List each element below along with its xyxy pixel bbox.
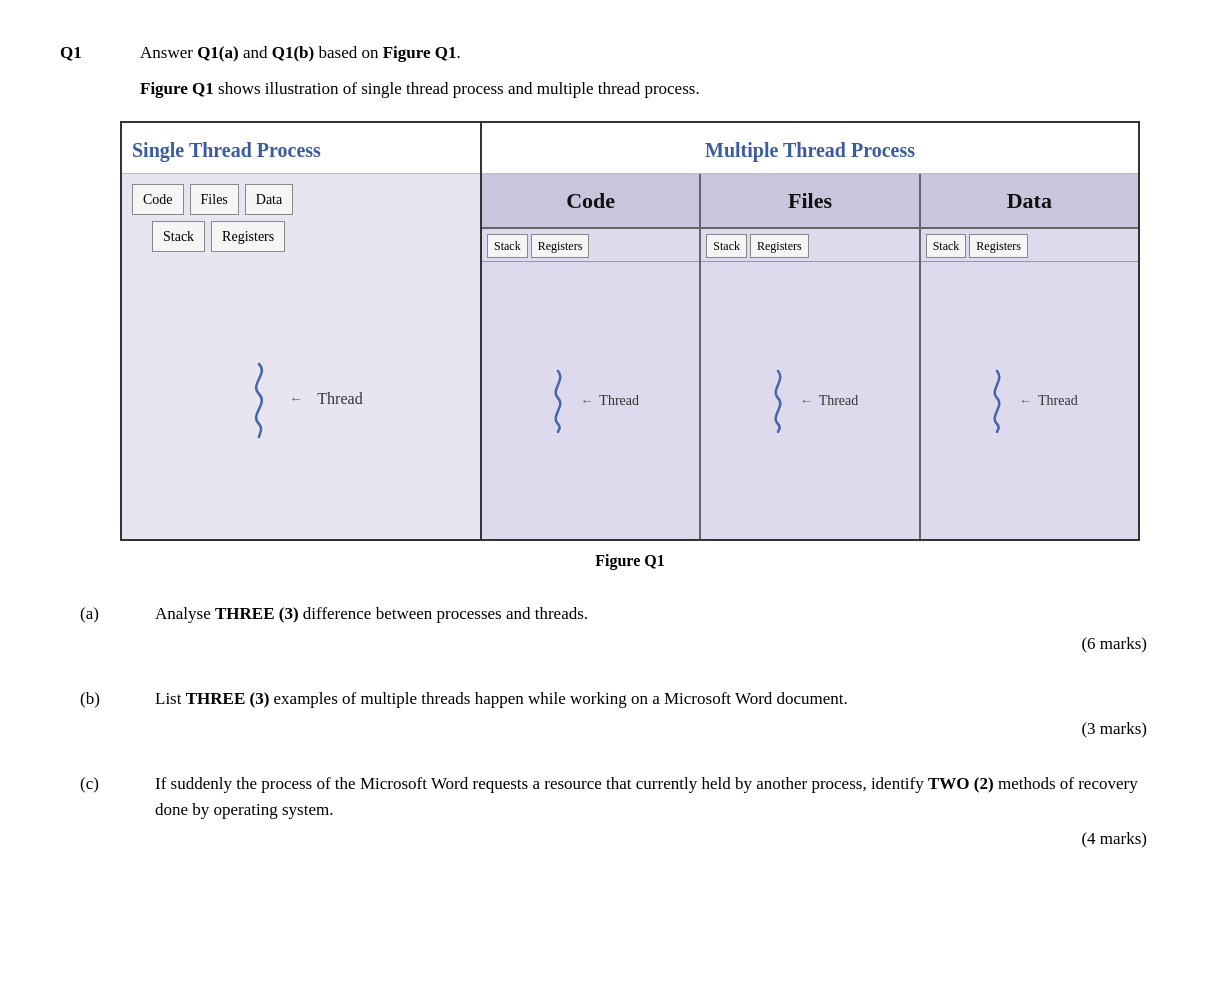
sub-a-marks: (6 marks) <box>155 631 1147 657</box>
sub-b-text: List THREE (3) examples of multiple thre… <box>155 686 1147 712</box>
sub-question-c: (c) If suddenly the process of the Micro… <box>80 771 1147 852</box>
single-thread-area: ← Thread <box>132 268 470 529</box>
single-thread-body: Code Files Data Stack Registers <box>122 174 480 539</box>
shared-files: Files <box>701 174 920 227</box>
single-thread-symbol: ← Thread <box>239 359 362 439</box>
single-code-box: Code <box>132 184 184 215</box>
figure-intro: Figure Q1 shows illustration of single t… <box>140 76 1147 102</box>
single-thread-label: Thread <box>317 387 362 411</box>
thread1-stacks: Stack Registers <box>482 229 699 262</box>
single-data-box: Data <box>245 184 293 215</box>
single-thread-panel: Single Thread Process Code Files Data St… <box>122 123 482 539</box>
sub-content-c: If suddenly the process of the Microsoft… <box>155 771 1147 852</box>
single-registers-box: Registers <box>211 221 285 252</box>
sub-c-marks: (4 marks) <box>155 826 1147 852</box>
sub-content-b: List THREE (3) examples of multiple thre… <box>155 686 1147 741</box>
thread1-registers: Registers <box>531 234 590 258</box>
question-instruction: Answer Q1(a) and Q1(b) based on Figure Q… <box>140 40 461 66</box>
thread3-stacks: Stack Registers <box>921 229 1138 262</box>
sub-letter-c: (c) <box>80 771 135 852</box>
sub-b-marks: (3 marks) <box>155 716 1147 742</box>
thread2-svg <box>762 368 794 433</box>
single-boxes-row1: Code Files Data <box>132 184 470 215</box>
thread1-svg <box>542 368 574 433</box>
thread3-registers: Registers <box>969 234 1028 258</box>
thread2-body: ← Thread <box>701 262 918 539</box>
thread-unit-1: Stack Registers ← Thread <box>482 229 701 539</box>
sub-letter-b: (b) <box>80 686 135 741</box>
thread-unit-2: Stack Registers ← Thread <box>701 229 920 539</box>
question-header: Q1 Answer Q1(a) and Q1(b) based on Figur… <box>60 40 1147 66</box>
thread1-label: Thread <box>599 390 639 411</box>
figure-caption: Figure Q1 <box>120 549 1140 573</box>
thread-unit-3: Stack Registers ← Thread <box>921 229 1138 539</box>
sub-question-a: (a) Analyse THREE (3) difference between… <box>80 601 1147 656</box>
thread3-body: ← Thread <box>921 262 1138 539</box>
thread3-svg <box>981 368 1013 433</box>
single-thread-svg <box>239 359 279 439</box>
sub-question-b: (b) List THREE (3) examples of multiple … <box>80 686 1147 741</box>
sub-c-text: If suddenly the process of the Microsoft… <box>155 771 1147 822</box>
multiple-thread-title: Multiple Thread Process <box>482 123 1138 174</box>
sub-content-a: Analyse THREE (3) difference between pro… <box>155 601 1147 656</box>
thread3-stack: Stack <box>926 234 967 258</box>
thread1-stack: Stack <box>487 234 528 258</box>
thread2-label: Thread <box>819 390 859 411</box>
diagram-wrapper: Single Thread Process Code Files Data St… <box>120 121 1147 541</box>
thread2-registers: Registers <box>750 234 809 258</box>
shared-resources-row: Code Files Data <box>482 174 1138 229</box>
thread2-stack: Stack <box>706 234 747 258</box>
sub-letter-a: (a) <box>80 601 135 656</box>
single-thread-title: Single Thread Process <box>122 123 480 174</box>
thread3-label: Thread <box>1038 390 1078 411</box>
thread3-symbol: ← Thread <box>981 368 1078 433</box>
sub-a-text: Analyse THREE (3) difference between pro… <box>155 601 1147 627</box>
single-boxes-row2: Stack Registers <box>152 221 470 252</box>
shared-data: Data <box>921 174 1138 227</box>
question-number: Q1 <box>60 40 100 66</box>
single-files-box: Files <box>190 184 239 215</box>
single-stack-box: Stack <box>152 221 205 252</box>
thread2-symbol: ← Thread <box>762 368 859 433</box>
thread1-symbol: ← Thread <box>542 368 639 433</box>
multiple-thread-panel: Multiple Thread Process Code Files Data … <box>482 123 1138 539</box>
shared-code: Code <box>482 174 701 227</box>
threads-row: Stack Registers ← Thread <box>482 229 1138 539</box>
thread2-stacks: Stack Registers <box>701 229 918 262</box>
diagram-table: Single Thread Process Code Files Data St… <box>120 121 1140 541</box>
thread1-body: ← Thread <box>482 262 699 539</box>
